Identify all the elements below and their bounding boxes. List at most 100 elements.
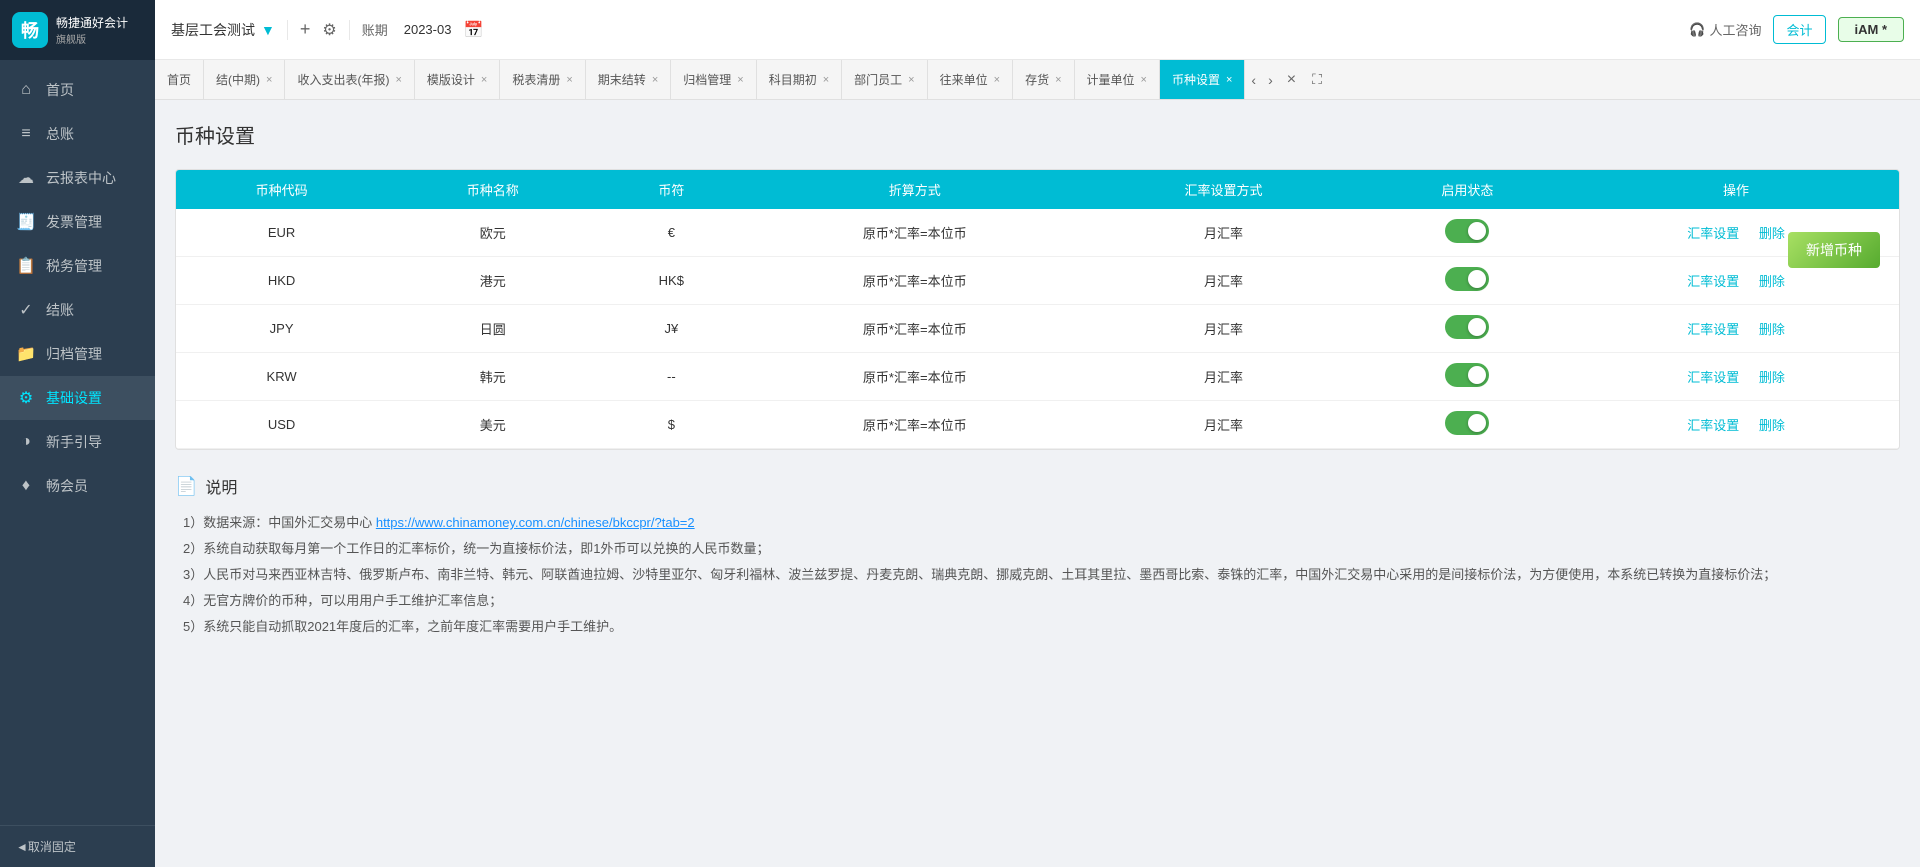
- sidebar-item-ledger[interactable]: ≡ 总账: [0, 112, 155, 156]
- period-value: 2023-03: [404, 22, 452, 37]
- cell-code-4: USD: [176, 401, 387, 449]
- iam-button[interactable]: iAM *: [1838, 17, 1905, 42]
- delete-link-3[interactable]: 删除: [1759, 370, 1785, 385]
- tab-close-inventory[interactable]: ×: [1055, 74, 1061, 86]
- content-wrapper: 币种设置 新增币种 币种代码 币种名称 币符 折算方式 汇率设置方式 启用状态 …: [175, 120, 1900, 640]
- sidebar-item-report[interactable]: ☁ 云报表中心: [0, 156, 155, 200]
- rate-setting-link-1[interactable]: 汇率设置: [1687, 274, 1739, 289]
- cell-code-2: JPY: [176, 305, 387, 353]
- calendar-icon[interactable]: 📅: [463, 20, 483, 40]
- tab-close-income[interactable]: ×: [395, 74, 401, 86]
- delete-link-1[interactable]: 删除: [1759, 274, 1785, 289]
- cell-name-0: 欧元: [387, 209, 598, 257]
- sidebar-item-invoice[interactable]: 🧾 发票管理: [0, 200, 155, 244]
- account-button[interactable]: 会计: [1773, 15, 1825, 44]
- tab-close-transfer[interactable]: ×: [652, 74, 658, 86]
- tab-close-archive[interactable]: ×: [737, 74, 743, 86]
- toggle-2[interactable]: [1445, 315, 1489, 339]
- settings-icon[interactable]: ⚙: [322, 20, 336, 40]
- toggle-4[interactable]: [1445, 411, 1489, 435]
- new-currency-button[interactable]: 新增币种: [1788, 232, 1880, 268]
- sidebar-item-tax[interactable]: 📋 税务管理: [0, 244, 155, 288]
- cell-rate-0: 月汇率: [1085, 209, 1362, 257]
- cell-action-4: 汇率设置 删除: [1573, 401, 1899, 449]
- main-area: 基层工会测试 ▼ + ⚙ 账期 2023-03 📅 🎧 人工咨询 会计 iAM …: [155, 0, 1920, 867]
- add-project-button[interactable]: +: [300, 19, 311, 40]
- cell-symbol-1: HK$: [598, 257, 744, 305]
- rate-setting-link-0[interactable]: 汇率设置: [1687, 226, 1739, 241]
- period-label: 账期: [362, 20, 388, 39]
- tab-close-period[interactable]: ×: [266, 74, 272, 86]
- tab-close-unit[interactable]: ×: [1141, 74, 1147, 86]
- notice-item: 2）系统自动获取每月第一个工作日的汇率标价，统一为直接标价法，即1外币可以兑换的…: [175, 536, 1900, 562]
- rate-setting-link-2[interactable]: 汇率设置: [1687, 322, 1739, 337]
- tab-unit[interactable]: 计量单位 ×: [1075, 60, 1160, 100]
- delete-link-2[interactable]: 删除: [1759, 322, 1785, 337]
- tab-archive[interactable]: 归档管理 ×: [671, 60, 756, 100]
- tab-tax[interactable]: 税表清册 ×: [500, 60, 585, 100]
- sidebar-item-guide[interactable]: ◑ 新手引导: [0, 420, 155, 464]
- tab-bar: 首页 结(中期) × 收入支出表(年报) × 模版设计 × 税表清册 × 期末结…: [155, 60, 1920, 100]
- cell-code-3: KRW: [176, 353, 387, 401]
- content-area: 币种设置 新增币种 币种代码 币种名称 币符 折算方式 汇率设置方式 启用状态 …: [155, 100, 1920, 867]
- cell-method-2: 原币*汇率=本位币: [744, 305, 1085, 353]
- support-button[interactable]: 🎧 人工咨询: [1689, 20, 1761, 39]
- col-symbol: 币符: [598, 170, 744, 209]
- tab-next-button[interactable]: ›: [1262, 72, 1279, 88]
- delete-link-4[interactable]: 删除: [1759, 418, 1785, 433]
- col-name: 币种名称: [387, 170, 598, 209]
- tab-home[interactable]: 首页: [155, 60, 204, 100]
- top-header: 基层工会测试 ▼ + ⚙ 账期 2023-03 📅 🎧 人工咨询 会计 iAM …: [155, 0, 1920, 60]
- sidebar-item-home[interactable]: ⌂ 首页: [0, 68, 155, 112]
- tab-subject[interactable]: 科目期初 ×: [757, 60, 842, 100]
- tab-close-all-button[interactable]: ×: [1279, 71, 1304, 89]
- tab-prev-button[interactable]: ‹: [1245, 72, 1262, 88]
- tab-close-template[interactable]: ×: [481, 74, 487, 86]
- tab-dept[interactable]: 部门员工 ×: [842, 60, 927, 100]
- tab-close-subject[interactable]: ×: [823, 74, 829, 86]
- headphone-icon: 🎧: [1689, 22, 1705, 38]
- sidebar-item-basic[interactable]: ⚙ 基础设置: [0, 376, 155, 420]
- cell-rate-4: 月汇率: [1085, 401, 1362, 449]
- toggle-0[interactable]: [1445, 219, 1489, 243]
- table-body: EUR 欧元 € 原币*汇率=本位币 月汇率 汇率设置 删除 HKD 港元 HK…: [176, 209, 1899, 449]
- cell-name-1: 港元: [387, 257, 598, 305]
- tab-transfer[interactable]: 期末结转 ×: [586, 60, 671, 100]
- rate-setting-link-3[interactable]: 汇率设置: [1687, 370, 1739, 385]
- sidebar-item-archive[interactable]: 📁 归档管理: [0, 332, 155, 376]
- cell-code-1: HKD: [176, 257, 387, 305]
- delete-link-0[interactable]: 删除: [1759, 226, 1785, 241]
- header-right: 🎧 人工咨询 会计 iAM *: [1689, 15, 1904, 44]
- table-row: HKD 港元 HK$ 原币*汇率=本位币 月汇率 汇率设置 删除: [176, 257, 1899, 305]
- tab-close-dept[interactable]: ×: [908, 74, 914, 86]
- tab-template[interactable]: 模版设计 ×: [415, 60, 500, 100]
- sidebar-item-member[interactable]: ♦ 畅会员: [0, 464, 155, 508]
- tab-close-currency[interactable]: ×: [1226, 74, 1232, 86]
- page-title: 币种设置: [175, 120, 1900, 149]
- toggle-3[interactable]: [1445, 363, 1489, 387]
- sidebar-item-settlement[interactable]: ✓ 结账: [0, 288, 155, 332]
- ledger-icon: ≡: [16, 125, 36, 143]
- tab-close-tax[interactable]: ×: [566, 74, 572, 86]
- project-selector[interactable]: 基层工会测试 ▼: [171, 20, 275, 40]
- tab-currency[interactable]: 币种设置 ×: [1160, 60, 1245, 100]
- rate-setting-link-4[interactable]: 汇率设置: [1687, 418, 1739, 433]
- sidebar-footer[interactable]: ◄取消固定: [0, 825, 155, 867]
- tab-inventory[interactable]: 存货 ×: [1013, 60, 1074, 100]
- tab-partner[interactable]: 往来单位 ×: [928, 60, 1013, 100]
- tab-income[interactable]: 收入支出表(年报) ×: [285, 60, 414, 100]
- tab-period[interactable]: 结(中期) ×: [204, 60, 285, 100]
- table-row: EUR 欧元 € 原币*汇率=本位币 月汇率 汇率设置 删除: [176, 209, 1899, 257]
- cell-symbol-4: $: [598, 401, 744, 449]
- fullscreen-button[interactable]: ⛶: [1304, 71, 1330, 88]
- toggle-1[interactable]: [1445, 267, 1489, 291]
- cell-status-2: [1362, 305, 1573, 353]
- settlement-icon: ✓: [16, 300, 36, 320]
- table-row: KRW 韩元 -- 原币*汇率=本位币 月汇率 汇率设置 删除: [176, 353, 1899, 401]
- notice-title: 📄 说明: [175, 474, 1900, 498]
- cell-action-3: 汇率设置 删除: [1573, 353, 1899, 401]
- cell-action-2: 汇率设置 删除: [1573, 305, 1899, 353]
- member-icon: ♦: [16, 477, 36, 495]
- notice-link[interactable]: https://www.chinamoney.com.cn/chinese/bk…: [376, 515, 695, 530]
- tab-close-partner[interactable]: ×: [994, 74, 1000, 86]
